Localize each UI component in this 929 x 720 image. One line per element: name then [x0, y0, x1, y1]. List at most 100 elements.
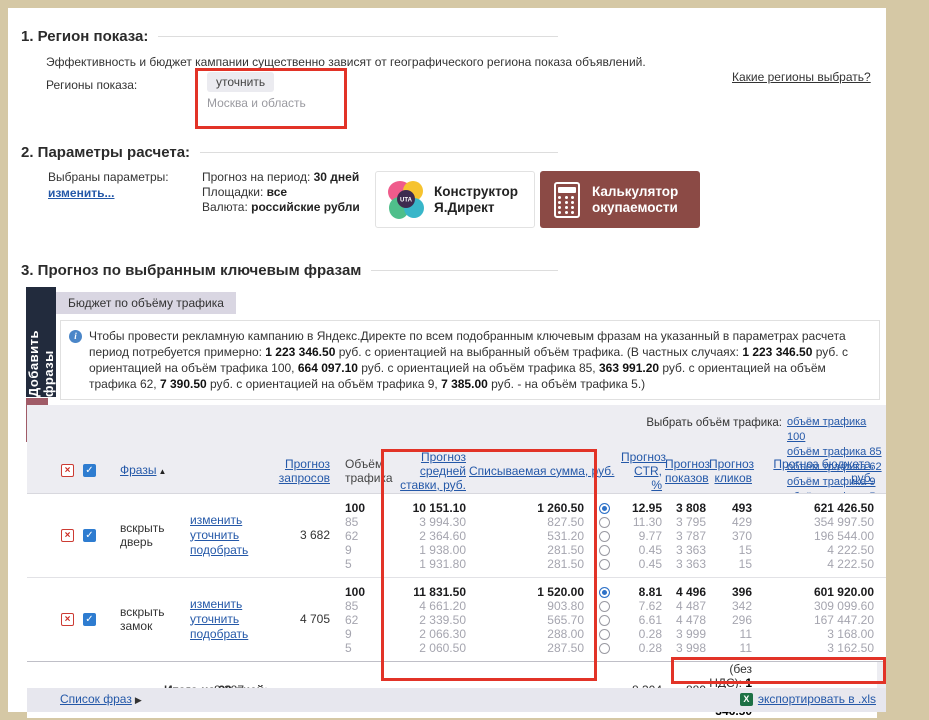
calculator-banner[interactable]: Калькулятор окупаемости	[540, 171, 700, 228]
info-segment: 1 223 346.50	[265, 345, 336, 359]
row-select-cell: ✓	[83, 577, 109, 661]
sort-ctr-link[interactable]: Прогноз CTR, %	[621, 450, 666, 492]
volume-value: 9	[345, 626, 352, 641]
select-all-checkbox[interactable]: ✓	[83, 464, 96, 478]
traffic-radio[interactable]	[598, 628, 610, 640]
phrase-action-link[interactable]: изменить	[190, 513, 247, 528]
sort-budget-link[interactable]: Прогноз бюджета, руб.	[773, 457, 874, 485]
row-delete-cell: ×	[61, 493, 83, 577]
phrase-checkbox[interactable]: ✓	[83, 528, 96, 542]
shows-value: 3 363	[675, 542, 706, 557]
ctr-value: 12.95	[631, 500, 662, 515]
constructor-banner[interactable]: UTA Конструктор Я.Директ	[375, 171, 535, 228]
traffic-select-label: Выбрать объём трафика:	[646, 417, 782, 429]
ctr-value: 7.62	[638, 598, 662, 613]
info-segment: 664 097.10	[297, 361, 358, 375]
traffic-volume-link[interactable]: объём трафика 100	[787, 415, 886, 445]
phrase-action-link[interactable]: уточнить	[190, 612, 247, 627]
header-writeoff-cell: Списываемая сумма, руб.	[469, 449, 614, 493]
regions-label: Регионы показа:	[46, 78, 138, 92]
clicks-value: 11	[739, 626, 752, 641]
traffic-radio[interactable]	[598, 558, 610, 570]
calculator-line1: Калькулятор	[592, 183, 679, 199]
sort-clicks-link[interactable]: Прогноз кликов	[709, 457, 754, 485]
budget-value: 3 162.50	[827, 640, 874, 655]
delete-all-icon[interactable]: ×	[61, 464, 74, 478]
region-description: Эффективность и бюджет кампании существе…	[46, 55, 646, 69]
row-radio-cell	[587, 577, 621, 661]
calculator-icon	[554, 181, 580, 218]
traffic-radio[interactable]	[598, 530, 610, 542]
table-header-row: × ✓ Фразы ▲ Прогноз запросов Объём трафика Про…	[27, 449, 886, 493]
traffic-radio[interactable]	[598, 502, 610, 514]
phrase-list-link[interactable]: Список фраз	[60, 692, 132, 706]
phrase-action-link[interactable]: подобрать	[190, 543, 248, 558]
forecast-panel: Выбрать объём трафика: объём трафика 100…	[27, 405, 886, 718]
shows-value: 3 808	[675, 500, 706, 515]
shows-value: 3 363	[675, 556, 706, 571]
row-volume-cell: 100 85 62 9 5	[333, 493, 383, 577]
ctr-value: 0.45	[638, 556, 662, 571]
uta-logo-icon: UTA	[388, 180, 424, 219]
header-phrases-cell: Фразы ▲	[109, 449, 175, 493]
sort-asc-icon: ▲	[158, 466, 167, 476]
sort-writeoff-link[interactable]: Списываемая сумма, руб.	[469, 464, 614, 478]
traffic-radio[interactable]	[598, 642, 610, 654]
bid-value: 2 339.50	[419, 612, 466, 627]
row-requests-cell: 4 705	[247, 577, 333, 661]
info-segment: руб. с ориентацией на объём трафика 85,	[357, 361, 599, 375]
traffic-radio[interactable]	[598, 614, 610, 626]
traffic-radio[interactable]	[598, 600, 610, 612]
clicks-value: 296	[731, 612, 752, 627]
writeoff-value: 281.50	[547, 542, 584, 557]
volume-value: 9	[345, 542, 352, 557]
constructor-line1: Конструктор	[434, 183, 519, 199]
sort-shows-link[interactable]: Прогноз показов	[665, 457, 710, 485]
traffic-radio[interactable]	[598, 586, 610, 598]
which-regions-link[interactable]: Какие регионы выбрать?	[732, 70, 871, 84]
row-bid-cell: 10 151.10 3 994.30 2 364.60 1 938.00 1 931.8…	[383, 493, 469, 577]
row-actions-cell: изменить уточнить подобрать	[175, 493, 248, 577]
volume-value: 62	[345, 528, 359, 543]
section2-title: 2. Параметры расчета:	[21, 144, 558, 161]
phrase-action-link[interactable]: изменить	[190, 597, 247, 612]
budget-value: 354 997.50	[813, 514, 874, 529]
budget-value: 4 222.50	[827, 542, 874, 557]
ctr-value: 8.81	[638, 584, 662, 599]
section3-title-text: 3. Прогноз по выбранным ключевым фразам	[21, 262, 362, 279]
sort-phrases-link[interactable]: Фразы	[120, 463, 156, 477]
traffic-radio[interactable]	[598, 544, 610, 556]
export-xls-link[interactable]: экспортировать в .xls	[758, 692, 876, 706]
writeoff-value: 565.70	[547, 612, 584, 627]
add-phrases-tab[interactable]: Добавить фразы	[26, 287, 56, 397]
phrase-action-link[interactable]: подобрать	[190, 627, 248, 642]
info-segment: 1 223 346.50	[742, 345, 813, 359]
edit-params-link[interactable]: изменить...	[48, 186, 114, 200]
header-pad-cell	[27, 449, 61, 493]
radio-line	[587, 543, 621, 557]
bid-value: 1 931.80	[419, 556, 466, 571]
row-select-cell: ✓	[83, 493, 109, 577]
phrase-checkbox[interactable]: ✓	[83, 612, 96, 626]
refine-region-button[interactable]: уточнить	[207, 72, 275, 92]
clicks-value: 11	[739, 640, 752, 655]
delete-phrase-icon[interactable]: ×	[61, 528, 74, 542]
row-tail-cell	[877, 493, 886, 577]
writeoff-value: 281.50	[547, 556, 584, 571]
sort-bid-link[interactable]: Прогноз средней ставки, руб.	[400, 450, 466, 492]
volume-value: 5	[345, 556, 352, 571]
constructor-line2: Я.Директ	[434, 199, 495, 215]
writeoff-value: 287.50	[547, 640, 584, 655]
tab-budget-by-traffic[interactable]: Бюджет по объёму трафика	[56, 292, 236, 314]
writeoff-value: 531.20	[547, 528, 584, 543]
sort-requests-link[interactable]: Прогноз запросов	[279, 457, 330, 485]
volume-value: 62	[345, 612, 359, 627]
delete-phrase-icon[interactable]: ×	[61, 612, 74, 626]
budget-value: 3 168.00	[827, 626, 874, 641]
radio-line	[587, 585, 621, 599]
info-icon: i	[69, 330, 82, 343]
traffic-radio[interactable]	[598, 516, 610, 528]
phrase-action-link[interactable]: уточнить	[190, 528, 247, 543]
header-tail-cell	[877, 449, 886, 493]
bid-value: 2 066.30	[419, 626, 466, 641]
